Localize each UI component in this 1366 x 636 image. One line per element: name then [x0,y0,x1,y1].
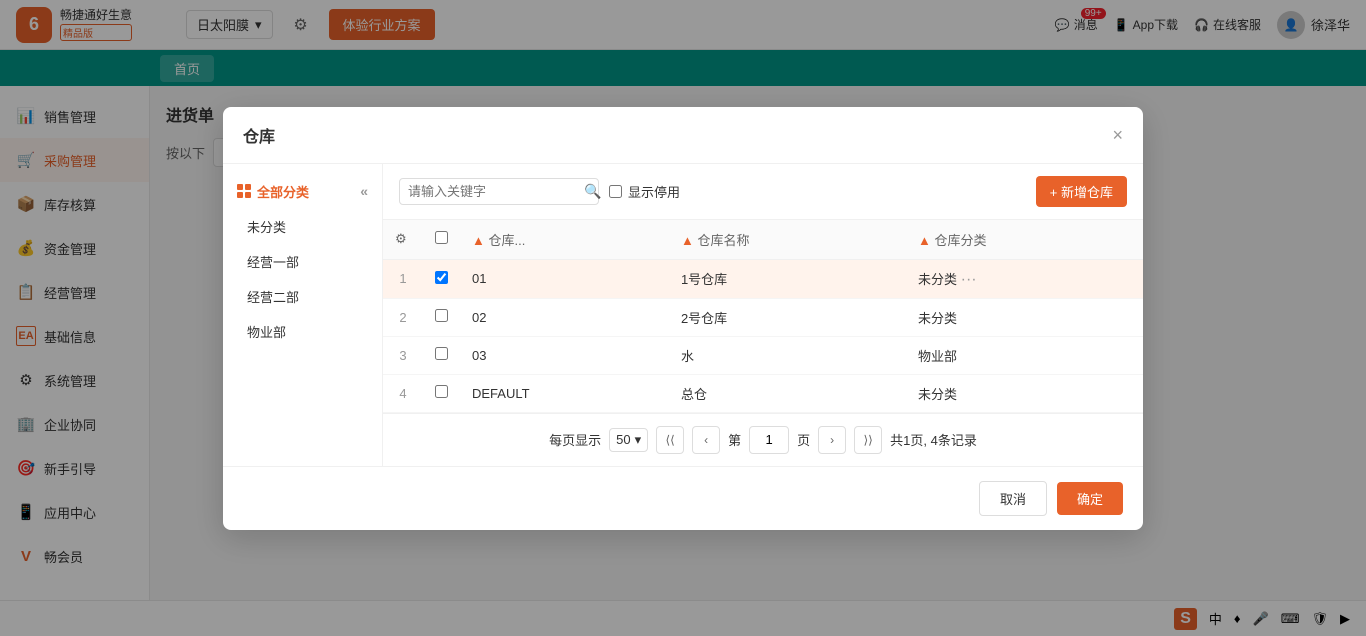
row-code-2: 02 [460,298,669,336]
row-checkbox-3[interactable] [423,336,460,374]
modal-main: 🔍 显示停用 + 新增仓库 ⚙ [383,164,1143,466]
row-code-1: 01 [460,259,669,298]
row-code-3: 03 [460,336,669,374]
search-icon[interactable]: 🔍 [584,183,601,200]
warehouse-modal: 仓库 × 全部分类 « 未分类 经营一部 经营二部 物业部 [223,107,1143,530]
col-code: ▲ 仓库... [460,220,669,260]
row-code-4: DEFAULT [460,374,669,412]
category-item-dept2[interactable]: 经营二部 [223,279,382,314]
per-page-select[interactable]: 50 ▾ [609,428,648,452]
table-row[interactable]: 4 DEFAULT 总仓 未分类 ··· [383,374,1143,412]
first-page-button[interactable]: ⟨⟨ [656,426,684,454]
category-item-property[interactable]: 物业部 [223,314,382,349]
row-checkbox-4[interactable] [423,374,460,412]
row-settings-2: 2 [383,298,423,336]
table-header: ⚙ ▲ 仓库... ▲ [383,220,1143,260]
cancel-button[interactable]: 取消 [979,481,1047,516]
show-disabled-label[interactable]: 显示停用 [609,182,680,201]
page-unit: 页 [797,430,810,449]
grid-icon [237,184,251,198]
prev-page-button[interactable]: ‹ [692,426,720,454]
col-checkbox [423,220,460,260]
sort-icon: ▲ [472,233,485,248]
row-category-3: 物业部 ··· [906,336,1143,374]
row-settings-3: 3 [383,336,423,374]
row-category-2: 未分类 ··· [906,298,1143,336]
row-checkbox-1[interactable] [423,259,460,298]
category-item-unclassified[interactable]: 未分类 [223,209,382,244]
page-label: 第 [728,430,741,449]
category-item-dept1[interactable]: 经营一部 [223,244,382,279]
settings-col-icon: ⚙ [395,231,407,246]
show-disabled-text: 显示停用 [628,182,680,201]
modal-title: 仓库 [243,123,275,147]
pagination: 每页显示 50 ▾ ⟨⟨ ‹ 第 页 › ⟩⟩ 共1页, 4条记录 [383,413,1143,466]
modal-sidebar-all-categories[interactable]: 全部分类 « [223,174,382,209]
row-name-2: 2号仓库 [669,298,906,336]
modal-table: ⚙ ▲ 仓库... ▲ [383,220,1143,413]
col-name: ▲ 仓库名称 [669,220,906,260]
modal-actions: 取消 确定 [223,466,1143,530]
search-box: 🔍 [399,178,599,205]
per-page-value: 50 [616,432,630,447]
new-warehouse-button[interactable]: + 新增仓库 [1036,176,1127,207]
show-disabled-checkbox[interactable] [609,185,622,198]
row-name-3: 水 [669,336,906,374]
table-row[interactable]: 1 01 1号仓库 未分类 ··· [383,259,1143,298]
collapse-sidebar-button[interactable]: « [360,183,368,199]
more-actions-btn-1[interactable]: ··· [961,271,977,288]
all-categories-label: 全部分类 [257,182,309,201]
modal-overlay: 仓库 × 全部分类 « 未分类 经营一部 经营二部 物业部 [0,0,1366,636]
row-name-4: 总仓 [669,374,906,412]
total-info: 共1页, 4条记录 [890,430,977,449]
modal-body: 全部分类 « 未分类 经营一部 经营二部 物业部 🔍 [223,164,1143,466]
modal-toolbar: 🔍 显示停用 + 新增仓库 [383,164,1143,220]
sort-icon2: ▲ [681,233,694,248]
col-category: ▲ 仓库分类 [906,220,1143,260]
chevron-icon: ▾ [635,432,642,448]
table-body: 1 01 1号仓库 未分类 ··· 2 [383,259,1143,412]
select-all-checkbox[interactable] [435,231,448,244]
col-settings: ⚙ [383,220,423,260]
warehouse-table: ⚙ ▲ 仓库... ▲ [383,220,1143,413]
row-name-1: 1号仓库 [669,259,906,298]
page-input[interactable] [749,426,789,454]
last-page-button[interactable]: ⟩⟩ [854,426,882,454]
search-input[interactable] [408,184,584,199]
row-category-1: 未分类 ··· [906,259,1143,298]
next-page-button[interactable]: › [818,426,846,454]
sort-icon3: ▲ [918,233,931,248]
confirm-button[interactable]: 确定 [1057,482,1123,515]
row-category-4: 未分类 ··· [906,374,1143,412]
row-settings-4: 4 [383,374,423,412]
table-row[interactable]: 3 03 水 物业部 ··· [383,336,1143,374]
row-settings-1: 1 [383,259,423,298]
per-page-label: 每页显示 [549,430,601,449]
modal-close-button[interactable]: × [1112,126,1123,144]
modal-sidebar: 全部分类 « 未分类 经营一部 经营二部 物业部 [223,164,383,466]
modal-header: 仓库 × [223,107,1143,164]
table-row[interactable]: 2 02 2号仓库 未分类 ··· [383,298,1143,336]
row-checkbox-2[interactable] [423,298,460,336]
